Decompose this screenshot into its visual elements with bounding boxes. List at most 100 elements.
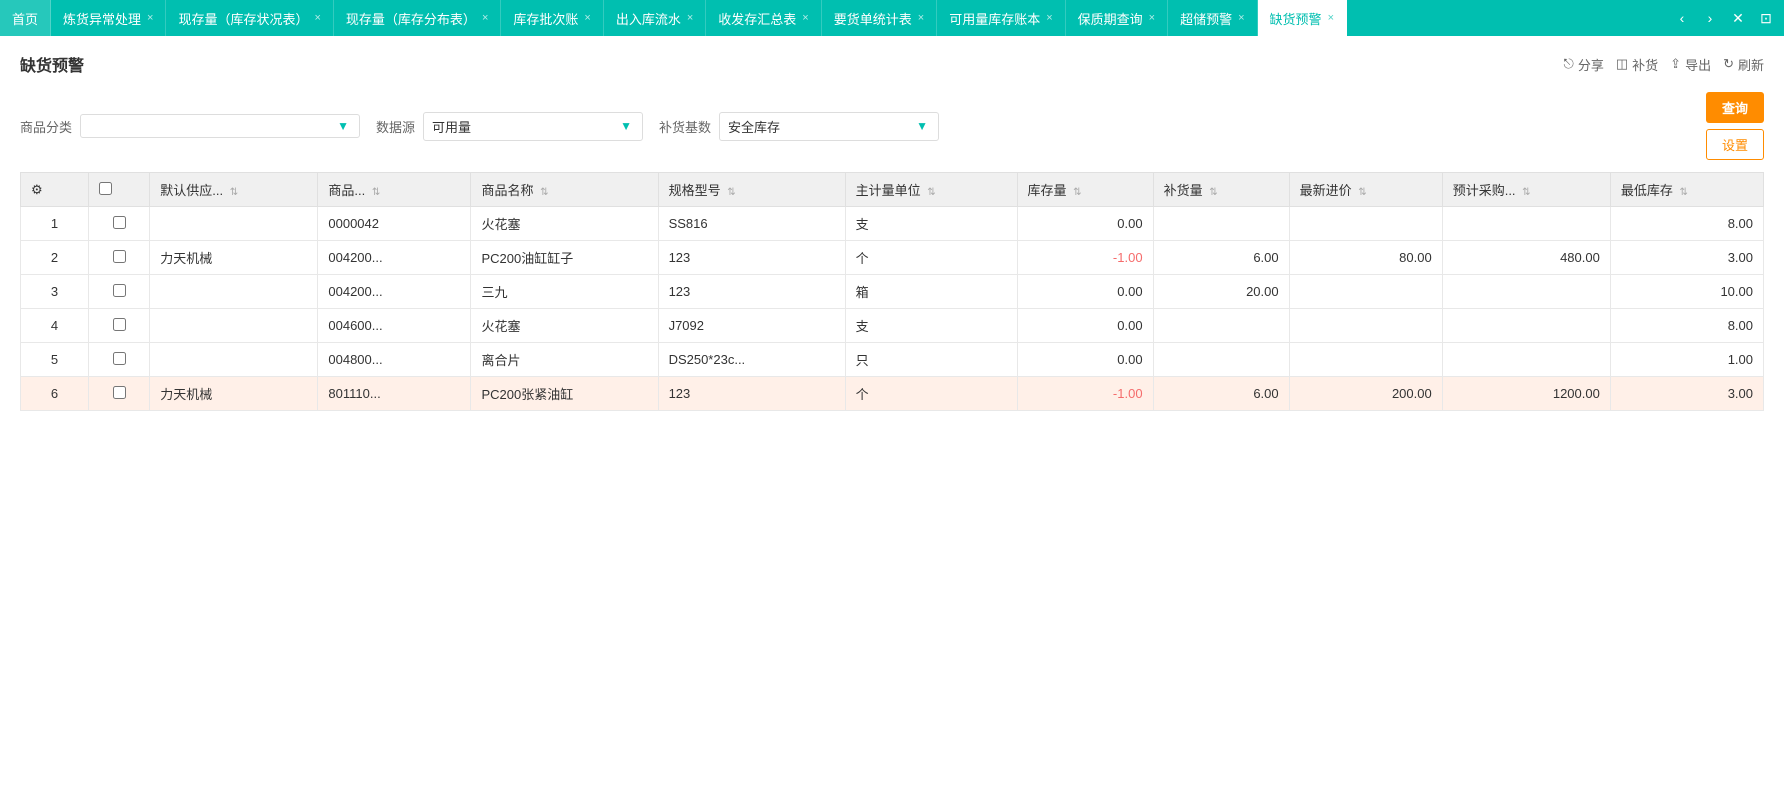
tab-overstock[interactable]: 超储预警 × bbox=[1168, 0, 1257, 36]
row-replenish: 6.00 bbox=[1153, 377, 1289, 411]
row-spec: 123 bbox=[658, 377, 845, 411]
row-latest-price: 200.00 bbox=[1289, 377, 1442, 411]
close-tab-stock-dist[interactable]: × bbox=[482, 12, 488, 24]
supplier-sort-icon: ⇅ bbox=[230, 187, 238, 198]
close-tab-batch[interactable]: × bbox=[584, 12, 590, 24]
nav-close-button[interactable]: ✕ bbox=[1724, 4, 1752, 32]
row-unit: 支 bbox=[845, 207, 1017, 241]
category-select[interactable]: ▼ bbox=[80, 114, 360, 138]
nav-next-button[interactable]: › bbox=[1696, 4, 1724, 32]
replenish-icon: ◫ bbox=[1616, 56, 1628, 72]
tab-requisition-stat[interactable]: 要货单统计表 × bbox=[822, 0, 937, 36]
row-index: 4 bbox=[21, 309, 89, 343]
price-sort-icon: ⇅ bbox=[1358, 187, 1366, 198]
close-tab-receive-summary[interactable]: × bbox=[802, 12, 808, 24]
row-stock: -1.00 bbox=[1017, 241, 1153, 275]
row-replenish bbox=[1153, 343, 1289, 377]
row-stock: 0.00 bbox=[1017, 275, 1153, 309]
datasource-filter-group: 数据源 可用量 ▼ bbox=[376, 112, 643, 141]
row-unit: 个 bbox=[845, 241, 1017, 275]
row-code: 004200... bbox=[318, 275, 471, 309]
close-tab-expiry-query[interactable]: × bbox=[1149, 12, 1155, 24]
table-row: 3 004200... 三九 123 箱 0.00 20.00 10.00 bbox=[21, 275, 1764, 309]
checkbox-column-header bbox=[89, 173, 150, 207]
row-name: PC200油缸缸子 bbox=[471, 241, 658, 275]
row-supplier bbox=[150, 207, 318, 241]
row-checkbox[interactable] bbox=[113, 250, 126, 263]
select-all-checkbox[interactable] bbox=[99, 182, 112, 195]
row-latest-price bbox=[1289, 275, 1442, 309]
row-checkbox-cell[interactable] bbox=[89, 309, 150, 343]
row-name: 离合片 bbox=[471, 343, 658, 377]
tab-stock-dist[interactable]: 现存量（库存分布表） × bbox=[334, 0, 501, 36]
row-checkbox-cell[interactable] bbox=[89, 207, 150, 241]
row-checkbox[interactable] bbox=[113, 216, 126, 229]
replenish-basis-label: 补货基数 bbox=[659, 117, 711, 136]
row-stock: 0.00 bbox=[1017, 309, 1153, 343]
unit-column-header[interactable]: 主计量单位 ⇅ bbox=[845, 173, 1017, 207]
replenish-button[interactable]: ◫ 补货 bbox=[1616, 55, 1658, 74]
replenish-basis-select[interactable]: 安全库存 ▼ bbox=[719, 112, 939, 141]
row-checkbox-cell[interactable] bbox=[89, 377, 150, 411]
row-index: 3 bbox=[21, 275, 89, 309]
close-tab-requisition-stat[interactable]: × bbox=[918, 12, 924, 24]
refresh-button[interactable]: ↻ 刷新 bbox=[1723, 55, 1764, 74]
share-button[interactable]: ⎋ 分享 bbox=[1564, 55, 1604, 74]
code-column-header[interactable]: 商品... ⇅ bbox=[318, 173, 471, 207]
row-min-stock: 1.00 bbox=[1610, 343, 1763, 377]
filter-row: 商品分类 ▼ 数据源 可用量 ▼ 补货基数 安全库存 ▼ 查询 设置 bbox=[20, 92, 1764, 160]
supplier-column-header[interactable]: 默认供应... ⇅ bbox=[150, 173, 318, 207]
category-chevron-icon: ▼ bbox=[337, 119, 349, 133]
close-tab-stock-status[interactable]: × bbox=[314, 12, 320, 24]
row-replenish bbox=[1153, 309, 1289, 343]
table-row: 2 力天机械 004200... PC200油缸缸子 123 个 -1.00 6… bbox=[21, 241, 1764, 275]
table-header-row: ⚙ 默认供应... ⇅ 商品... ⇅ 商品名称 ⇅ 规格型号 bbox=[21, 173, 1764, 207]
page-header: 缺货预警 ⎋ 分享 ◫ 补货 ⇪ 导出 ↻ 刷新 bbox=[20, 52, 1764, 76]
export-button[interactable]: ⇪ 导出 bbox=[1670, 55, 1711, 74]
query-button[interactable]: 查询 bbox=[1706, 92, 1764, 123]
tab-stock-status[interactable]: 现存量（库存状况表） × bbox=[166, 0, 333, 36]
tab-expiry-query[interactable]: 保质期查询 × bbox=[1066, 0, 1168, 36]
stock-column-header[interactable]: 库存量 ⇅ bbox=[1017, 173, 1153, 207]
row-checkbox-cell[interactable] bbox=[89, 343, 150, 377]
name-column-header[interactable]: 商品名称 ⇅ bbox=[471, 173, 658, 207]
settings-button[interactable]: 设置 bbox=[1706, 129, 1764, 160]
table-row: 6 力天机械 801110... PC200张紧油缸 123 个 -1.00 6… bbox=[21, 377, 1764, 411]
tab-available-ledger[interactable]: 可用量库存账本 × bbox=[937, 0, 1065, 36]
row-checkbox-cell[interactable] bbox=[89, 241, 150, 275]
price-column-header[interactable]: 最新进价 ⇅ bbox=[1289, 173, 1442, 207]
unit-sort-icon: ⇅ bbox=[927, 187, 935, 198]
close-tab-shortage[interactable]: × bbox=[1328, 12, 1334, 24]
datasource-select[interactable]: 可用量 ▼ bbox=[423, 112, 643, 141]
row-checkbox[interactable] bbox=[113, 352, 126, 365]
row-latest-price bbox=[1289, 207, 1442, 241]
minstock-column-header[interactable]: 最低库存 ⇅ bbox=[1610, 173, 1763, 207]
tab-receive-summary[interactable]: 收发存汇总表 × bbox=[706, 0, 821, 36]
replenish-column-header[interactable]: 补货量 ⇅ bbox=[1153, 173, 1289, 207]
row-checkbox[interactable] bbox=[113, 386, 126, 399]
row-checkbox[interactable] bbox=[113, 318, 126, 331]
close-tab-inout-flow[interactable]: × bbox=[687, 12, 693, 24]
tab-refine[interactable]: 炼货异常处理 × bbox=[51, 0, 166, 36]
table-row: 1 0000042 火花塞 SS816 支 0.00 8.00 bbox=[21, 207, 1764, 241]
row-min-stock: 8.00 bbox=[1610, 309, 1763, 343]
nav-prev-button[interactable]: ‹ bbox=[1668, 4, 1696, 32]
close-tab-refine[interactable]: × bbox=[147, 12, 153, 24]
row-unit: 箱 bbox=[845, 275, 1017, 309]
tab-home[interactable]: 首页 bbox=[0, 0, 51, 36]
tab-inout-flow[interactable]: 出入库流水 × bbox=[604, 0, 706, 36]
gear-column-header[interactable]: ⚙ bbox=[21, 173, 89, 207]
tab-batch[interactable]: 库存批次账 × bbox=[501, 0, 603, 36]
nav-expand-button[interactable]: ⊡ bbox=[1752, 4, 1780, 32]
tab-shortage[interactable]: 缺货预警 × bbox=[1258, 0, 1347, 36]
row-checkbox[interactable] bbox=[113, 284, 126, 297]
purchase-column-header[interactable]: 预计采购... ⇅ bbox=[1442, 173, 1610, 207]
row-code: 004200... bbox=[318, 241, 471, 275]
row-index: 6 bbox=[21, 377, 89, 411]
row-checkbox-cell[interactable] bbox=[89, 275, 150, 309]
spec-column-header[interactable]: 规格型号 ⇅ bbox=[658, 173, 845, 207]
close-tab-overstock[interactable]: × bbox=[1238, 12, 1244, 24]
minstock-sort-icon: ⇅ bbox=[1679, 187, 1687, 198]
share-icon: ⎋ bbox=[1564, 56, 1574, 72]
close-tab-available-ledger[interactable]: × bbox=[1046, 12, 1052, 24]
